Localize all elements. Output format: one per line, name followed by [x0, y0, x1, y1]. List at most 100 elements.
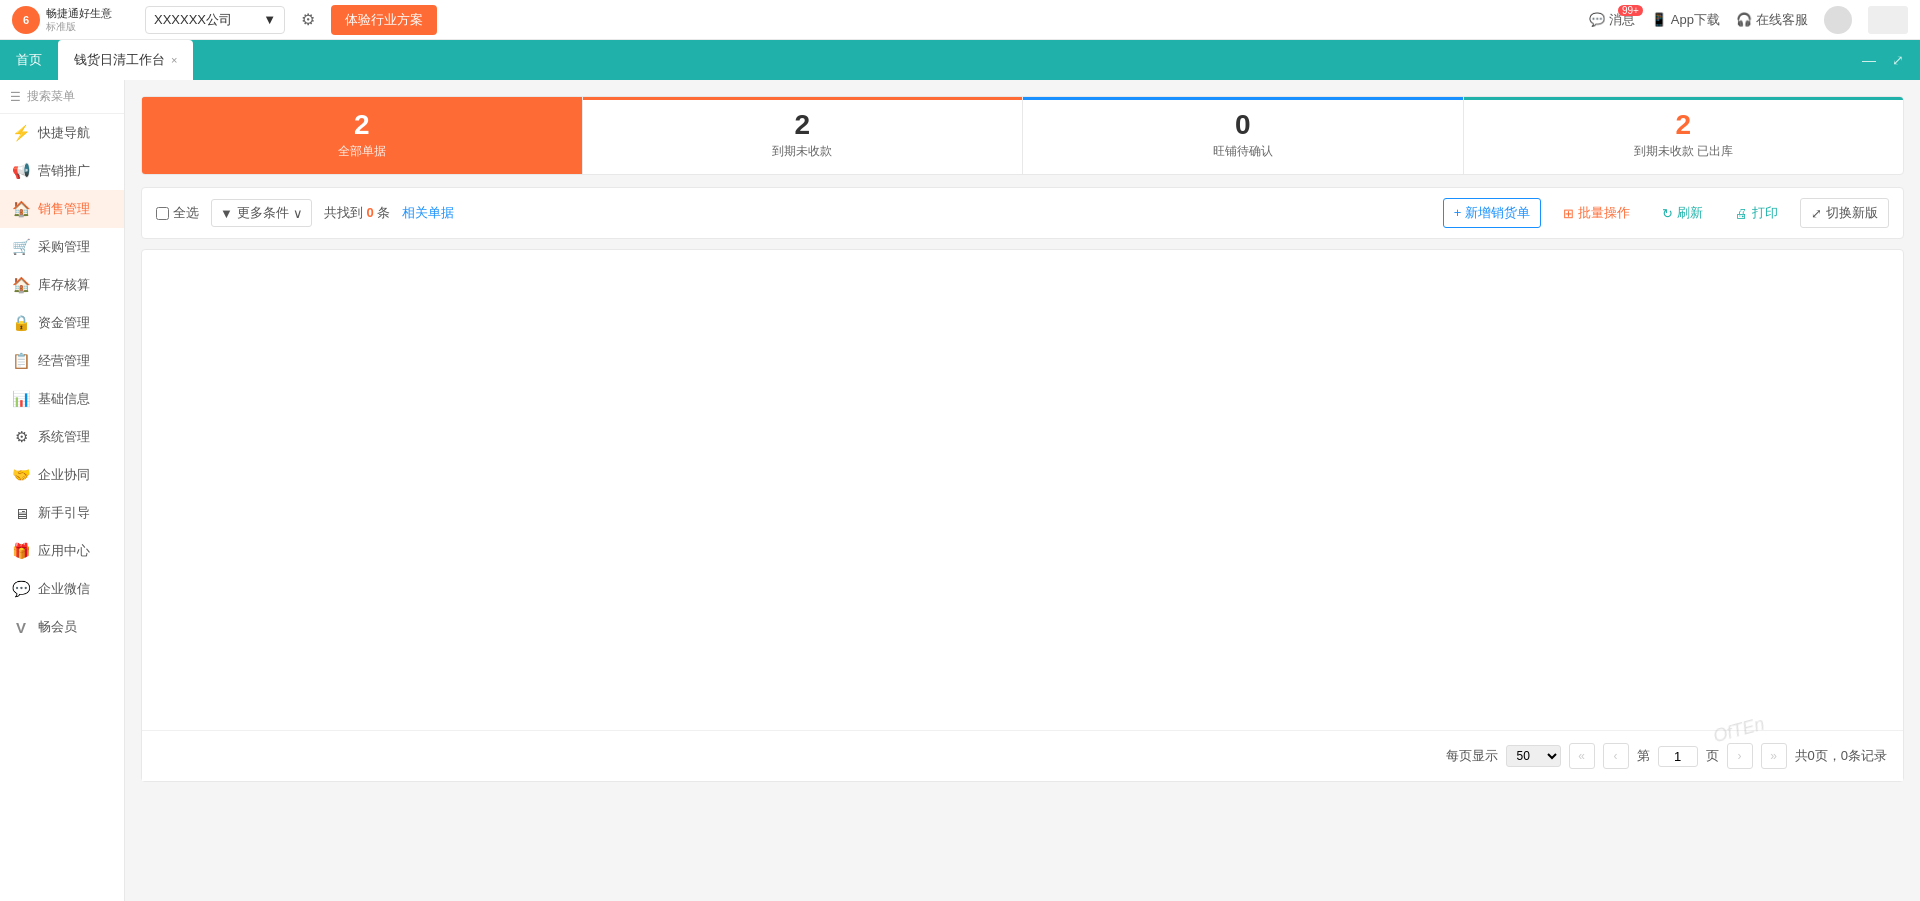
sidebar-item-system-mgmt[interactable]: ⚙ 系统管理 [0, 418, 124, 456]
message-action[interactable]: 💬 消息 99+ [1589, 11, 1635, 29]
refresh-label: 刷新 [1677, 204, 1703, 222]
sidebar-item-capital-mgmt[interactable]: 🔒 资金管理 [0, 304, 124, 342]
tab-active[interactable]: 钱货日清工作台 × [58, 40, 193, 80]
sidebar-item-marketing[interactable]: 📢 营销推广 [0, 152, 124, 190]
refresh-icon: ↻ [1662, 206, 1673, 221]
total-records-label: 共0页，0条记录 [1795, 747, 1887, 765]
tab-close-icon[interactable]: × [171, 54, 177, 66]
related-records-link[interactable]: 相关单据 [402, 204, 454, 222]
first-page-button[interactable]: « [1569, 743, 1595, 769]
sidebar-item-vip-label: 畅会员 [38, 618, 77, 636]
filter-btn-label: 更多条件 [237, 204, 289, 222]
sidebar-item-operations[interactable]: 📋 经营管理 [0, 342, 124, 380]
settings-button[interactable]: ⚙ [293, 5, 323, 35]
print-button[interactable]: 🖨 打印 [1725, 199, 1788, 227]
switch-label: 切换新版 [1826, 204, 1878, 222]
sidebar-item-purchase-mgmt[interactable]: 🛒 采购管理 [0, 228, 124, 266]
sidebar-item-enterprise-wechat[interactable]: 💬 企业微信 [0, 570, 124, 608]
sidebar-item-sales-mgmt[interactable]: 🏠 销售管理 [0, 190, 124, 228]
tab-maximize-button[interactable]: ⤢ [1888, 48, 1908, 72]
message-badge: 99+ [1618, 5, 1643, 16]
sidebar-item-capital-label: 资金管理 [38, 314, 90, 332]
table-area: 每页显示 50 100 200 « ‹ 第 页 › » 共0页，0条记录 [141, 249, 1904, 782]
next-page-button[interactable]: › [1727, 743, 1753, 769]
new-sales-order-button[interactable]: + 新增销货单 [1443, 198, 1541, 228]
sidebar-search-inner[interactable]: ☰ 搜索菜单 [10, 88, 114, 105]
tab-home-label: 首页 [16, 51, 42, 69]
switch-version-button[interactable]: ⤢ 切换新版 [1800, 198, 1889, 228]
sidebar-item-quick-nav[interactable]: ⚡ 快捷导航 [0, 114, 124, 152]
tab-bar: 首页 钱货日清工作台 × — ⤢ [0, 40, 1920, 80]
new-guide-icon: 🖥 [12, 505, 30, 522]
sidebar-item-enterprise-wechat-label: 企业微信 [38, 580, 90, 598]
stat-number-all: 2 [162, 111, 562, 139]
found-prefix: 共找到 [324, 205, 363, 220]
sidebar-item-enterprise-coop-label: 企业协同 [38, 466, 90, 484]
sidebar-item-system-label: 系统管理 [38, 428, 90, 446]
stat-card-pending[interactable]: 0 旺铺待确认 [1023, 97, 1464, 174]
sidebar-search-label: 搜索菜单 [27, 88, 75, 105]
select-all-checkbox[interactable]: 全选 [156, 204, 199, 222]
quick-nav-icon: ⚡ [12, 124, 30, 142]
stat-label-overdue: 到期未收款 [603, 143, 1003, 160]
avatar-extra[interactable] [1868, 6, 1908, 34]
experience-button[interactable]: 体验行业方案 [331, 5, 437, 35]
tab-bar-actions: — ⤢ [1858, 48, 1920, 72]
company-selector[interactable]: XXXXXX公司 ▼ [145, 6, 285, 34]
sales-icon: 🏠 [12, 200, 30, 218]
tab-home[interactable]: 首页 [0, 40, 58, 80]
sidebar-search[interactable]: ☰ 搜索菜单 [0, 80, 124, 114]
batch-icon: ⊞ [1563, 206, 1574, 221]
page-label: 第 [1637, 747, 1650, 765]
company-chevron-icon: ▼ [263, 12, 276, 27]
more-filter-button[interactable]: ▼ 更多条件 ∨ [211, 199, 312, 227]
batch-operation-button[interactable]: ⊞ 批量操作 [1553, 199, 1640, 227]
select-all-input[interactable] [156, 207, 169, 220]
page-end-label: 页 [1706, 747, 1719, 765]
sidebar-item-new-guide[interactable]: 🖥 新手引导 [0, 494, 124, 532]
sidebar-item-basic-info-label: 基础信息 [38, 390, 90, 408]
enterprise-coop-icon: 🤝 [12, 466, 30, 484]
online-service-label: 在线客服 [1756, 11, 1808, 29]
stat-card-overdue[interactable]: 2 到期未收款 [583, 97, 1024, 174]
search-icon: ☰ [10, 90, 21, 104]
select-all-label: 全选 [173, 204, 199, 222]
sidebar-item-quick-nav-label: 快捷导航 [38, 124, 90, 142]
online-service-icon: 🎧 [1736, 12, 1752, 27]
per-page-label: 每页显示 [1446, 747, 1498, 765]
inventory-icon: 🏠 [12, 276, 30, 294]
refresh-button[interactable]: ↻ 刷新 [1652, 199, 1713, 227]
stat-card-pending-border [1023, 97, 1463, 100]
online-service-action[interactable]: 🎧 在线客服 [1736, 11, 1808, 29]
switch-icon: ⤢ [1811, 206, 1822, 221]
stat-number-pending: 0 [1043, 111, 1443, 139]
header-right: 💬 消息 99+ 📱 App下载 🎧 在线客服 [1589, 6, 1908, 34]
enterprise-wechat-icon: 💬 [12, 580, 30, 598]
purchase-icon: 🛒 [12, 238, 30, 256]
stat-card-all[interactable]: 2 全部单据 [142, 97, 583, 174]
print-icon: 🖨 [1735, 206, 1748, 221]
sidebar-item-purchase-label: 采购管理 [38, 238, 90, 256]
logo-icon: 6 [12, 6, 40, 34]
app-download-action[interactable]: 📱 App下载 [1651, 11, 1720, 29]
company-name: XXXXXX公司 [154, 11, 232, 29]
sidebar-item-vip-member[interactable]: V 畅会员 [0, 608, 124, 646]
new-sales-order-label: + 新增销货单 [1454, 204, 1530, 222]
last-page-button[interactable]: » [1761, 743, 1787, 769]
sidebar-item-app-center[interactable]: 🎁 应用中心 [0, 532, 124, 570]
sidebar-item-inventory[interactable]: 🏠 库存核算 [0, 266, 124, 304]
toolbar: 全选 ▼ 更多条件 ∨ 共找到 0 条 相关单据 + 新增销货单 ⊞ 批量操作 [141, 187, 1904, 239]
avatar[interactable] [1824, 6, 1852, 34]
page-number-input[interactable] [1658, 746, 1698, 767]
per-page-select[interactable]: 50 100 200 [1506, 745, 1561, 767]
sidebar-item-enterprise-coop[interactable]: 🤝 企业协同 [0, 456, 124, 494]
system-icon: ⚙ [12, 428, 30, 446]
header-left: 6 畅捷通好生意 标准版 XXXXXX公司 ▼ ⚙ 体验行业方案 [12, 5, 437, 35]
main-content: 2 全部单据 2 到期未收款 0 旺铺待确认 2 到期未收款 已出库 全选 ▼ [125, 80, 1920, 901]
sidebar-item-app-center-label: 应用中心 [38, 542, 90, 560]
stat-card-overdue-out[interactable]: 2 到期未收款 已出库 [1464, 97, 1904, 174]
sidebar-item-basic-info[interactable]: 📊 基础信息 [0, 380, 124, 418]
stat-card-overdue-out-border [1464, 97, 1904, 100]
prev-page-button[interactable]: ‹ [1603, 743, 1629, 769]
tab-minimize-button[interactable]: — [1858, 48, 1880, 72]
